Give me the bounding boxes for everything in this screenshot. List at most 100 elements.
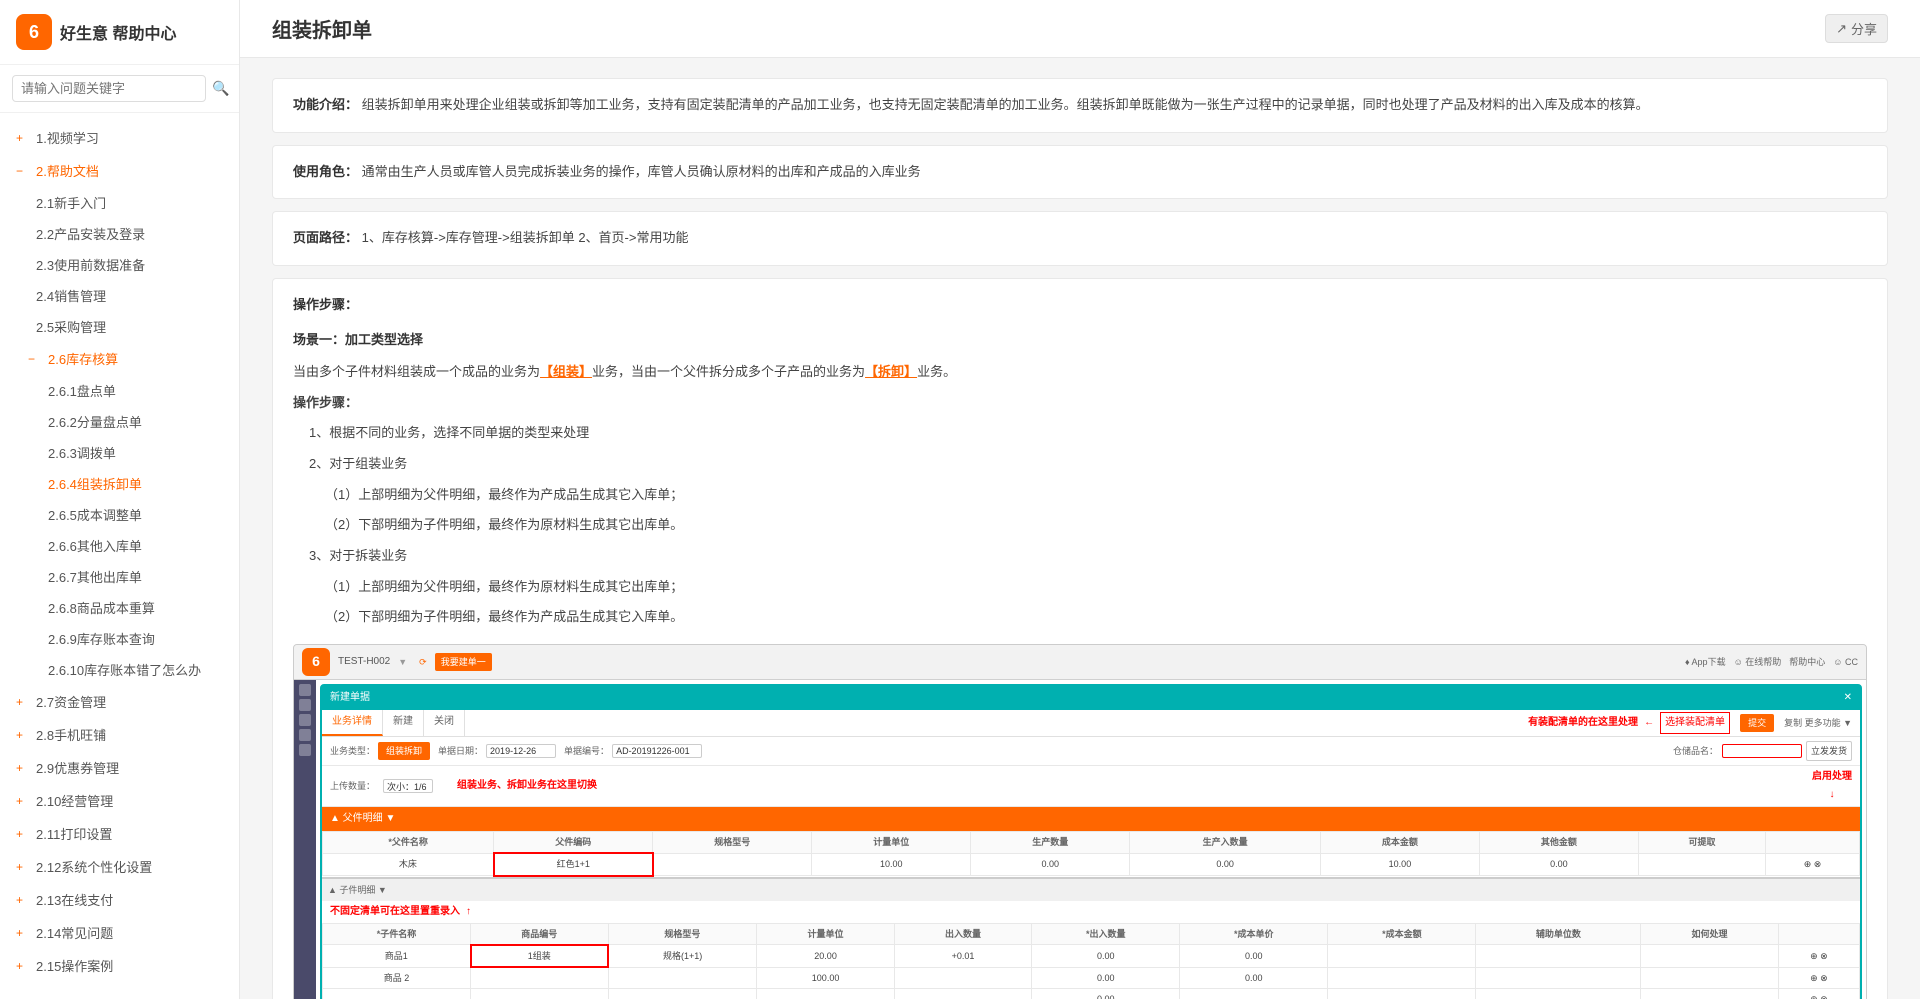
sidebar-item-account-error[interactable]: 2.6.10库存账本错了怎么办 (0, 654, 239, 685)
sc-ltd-unit2: 100.00 (757, 967, 894, 988)
app-logo-text: 好生意 帮助中心 (60, 20, 176, 44)
sidebar-item-install[interactable]: 2.2产品安装及登录 (0, 218, 239, 249)
sidebar-item-system[interactable]: + 2.12系统个性化设置 (0, 850, 239, 883)
ops-block: 操作步骤： 场景一：加工类型选择 当由多个子件材料组装成一个成品的业务为【组装】… (272, 278, 1888, 999)
sc-ltd-inq3: 0.00 (1032, 988, 1180, 999)
sc-lower-header: ▲ 子件明细 ▼ (322, 877, 1860, 901)
plus-icon-ops: + (16, 794, 30, 808)
plus-icon-coupon: + (16, 761, 30, 775)
search-input[interactable] (12, 75, 206, 102)
sc-ltd-outq3 (894, 988, 1031, 999)
sc-warehouse-input[interactable] (1722, 744, 1802, 758)
step3-2: （2）下部明细为子件明细，最终作为产成品生成其它入库单。 (325, 605, 1867, 630)
sc-tab-new[interactable]: 新建 (383, 710, 424, 736)
sc-th-available: 可提取 (1638, 832, 1765, 854)
sc-ltd-cp3 (1180, 988, 1328, 999)
sidebar-item-mobile[interactable]: + 2.8手机旺铺 (0, 718, 239, 751)
sc-body: 新建单据 ✕ 业务详情 新建 关闭 有装配清 (294, 680, 1866, 999)
sc-td-prod-qty: 0.00 (971, 853, 1130, 875)
intro-block: 功能介绍： 组装拆卸单用来处理企业组装或拆卸等加工业务，支持有固定装配清单的产品… (272, 78, 1888, 133)
sc-select-btn[interactable]: 立发发货 (1806, 741, 1852, 761)
minus-icon: − (16, 164, 30, 178)
sc-nav-more (299, 714, 311, 726)
sc-no-input[interactable] (612, 744, 702, 758)
path-block: 页面路径： 1、库存核算->库存管理->组装拆卸单 2、首页->常用功能 (272, 211, 1888, 266)
sc-lth-op (1778, 923, 1859, 945)
sidebar-item-stock-query[interactable]: 2.6.9库存账本查询 (0, 623, 239, 654)
sidebar-item-purchase[interactable]: 2.5采购管理 (0, 311, 239, 342)
step1: 1、根据不同的业务，选择不同单据的类型来处理 (309, 421, 1867, 446)
plus-icon: + (16, 131, 30, 145)
sc-th-spec: 规格型号 (653, 832, 812, 854)
sc-subtab-label: 上传数量： (330, 778, 375, 794)
sc-lth-cost-amt: *成本金额 (1328, 923, 1476, 945)
page-title: 组装拆卸单 (272, 14, 372, 43)
sc-ltd-ca3 (1328, 988, 1476, 999)
ann4-area: 启用处理 ↓ (1812, 768, 1852, 804)
sidebar-item-online-pay[interactable]: + 2.13在线支付 (0, 883, 239, 916)
sidebar-item-ops[interactable]: + 2.10经营管理 (0, 784, 239, 817)
sidebar-item-other-out[interactable]: 2.6.7其他出库单 (0, 561, 239, 592)
sc-ltd-outq1: +0.01 (894, 945, 1031, 967)
sidebar-item-inventory[interactable]: − 2.6库存核算 (0, 342, 239, 375)
sc-tab-details[interactable]: 业务详情 (322, 710, 383, 736)
sidebar-item-finance[interactable]: + 2.7资金管理 (0, 685, 239, 718)
sc-ltd-unit1: 20.00 (757, 945, 894, 967)
sidebar: 6 好生意 帮助中心 🔍 + 1.视频学习 − 2.帮助文档 2.1新手入门 2… (0, 0, 240, 999)
share-button[interactable]: ↗ 分享 (1825, 14, 1888, 43)
sc-ltd-outq2 (894, 967, 1031, 988)
sidebar-item-help-doc[interactable]: − 2.帮助文档 (0, 154, 239, 187)
minus-icon-inventory: − (28, 352, 42, 366)
sc-ltd-handle3 (1641, 988, 1778, 999)
sc-ltd-code1: 1组装 (471, 945, 608, 967)
content-area: 功能介绍： 组装拆卸单用来处理企业组装或拆卸等加工业务，支持有固定装配清单的产品… (240, 58, 1920, 999)
sc-lower-title: ▲ 子件明细 ▼ (328, 885, 387, 895)
step2-1: （1）上部明细为父件明细，最终作为产成品生成其它入库单； (325, 483, 1867, 508)
table-row: 0.00 ⊕ ⊗ (323, 988, 1860, 999)
sidebar-item-split-stocktake[interactable]: 2.6.2分量盘点单 (0, 406, 239, 437)
sc-tab-close[interactable]: 关闭 (424, 710, 465, 736)
table-row: 商品 2 100.00 0.00 0.00 (323, 967, 1860, 988)
sc-type-value: 组装拆卸 (378, 742, 430, 760)
sidebar-logo: 6 好生意 帮助中心 (0, 0, 239, 65)
sidebar-item-assemble[interactable]: 2.6.4组装拆卸单 (0, 468, 239, 499)
main-content: 组装拆卸单 ↗ 分享 功能介绍： 组装拆卸单用来处理企业组装或拆卸等加工业务，支… (240, 0, 1920, 999)
app-logo-icon: 6 (16, 14, 52, 50)
sc-ltd-op1: ⊕ ⊗ (1778, 945, 1859, 967)
sc-th-in-qty: 生产入数量 (1130, 832, 1321, 854)
sidebar-item-cost-adjust[interactable]: 2.6.5成本调整单 (0, 499, 239, 530)
ann3-area: 不固定清单可在这里置重录入 ↑ (322, 901, 1860, 923)
sidebar-item-data-prep[interactable]: 2.3使用前数据准备 (0, 249, 239, 280)
ops-steps-title: 操作步骤： (293, 391, 1867, 416)
sc-modal-title: 新建单据 (330, 689, 370, 707)
sc-ltd-op2: ⊕ ⊗ (1778, 967, 1859, 988)
sc-lth-name: *子件名称 (323, 923, 471, 945)
sidebar-item-cases[interactable]: + 2.15操作案例 (0, 949, 239, 982)
assemble-link[interactable]: 【组装】 (540, 364, 592, 379)
sc-qty-input[interactable] (383, 779, 433, 793)
disassemble-link[interactable]: 【拆卸】 (865, 364, 917, 379)
sc-orange-strip: ▲ 父件明细 ▼ (322, 807, 1860, 831)
sidebar-item-adjust[interactable]: 2.6.3调拨单 (0, 437, 239, 468)
sc-td-in-qty: 0.00 (1130, 853, 1321, 875)
sidebar-item-print[interactable]: + 2.11打印设置 (0, 817, 239, 850)
sidebar-item-newbie[interactable]: 2.1新手入门 (0, 187, 239, 218)
sc-td-unit: 10.00 (812, 853, 971, 875)
table-row: 木床 红色1+1 10.00 0.00 0.00 10.00 0.00 (323, 853, 1860, 875)
sidebar-item-video[interactable]: + 1.视频学习 (0, 121, 239, 154)
sc-ltd-name1: 商品1 (323, 945, 471, 967)
sc-ltd-handle2 (1641, 967, 1778, 988)
sc-date-input[interactable] (486, 744, 556, 758)
sc-tabs-row: 业务详情 新建 关闭 有装配清单的在这里处理 ← 选择装配清单 提交 (322, 710, 1860, 737)
sidebar-item-stocktake[interactable]: 2.6.1盘点单 (0, 375, 239, 406)
sc-field-type: 业务类型： 组装拆卸 (330, 742, 430, 760)
ann1-arrow: ← (1644, 714, 1654, 732)
sc-submit-btn: 提交 (1740, 714, 1774, 732)
sidebar-item-goods-cost[interactable]: 2.6.8商品成本重算 (0, 592, 239, 623)
sidebar-item-other-in[interactable]: 2.6.6其他入库单 (0, 530, 239, 561)
sidebar-item-coupon[interactable]: + 2.9优惠券管理 (0, 751, 239, 784)
search-icon[interactable]: 🔍 (212, 80, 229, 97)
sidebar-item-faq[interactable]: + 2.14常见问题 (0, 916, 239, 949)
sidebar-item-sales[interactable]: 2.4销售管理 (0, 280, 239, 311)
sc-lth-spec: 规格型号 (608, 923, 757, 945)
